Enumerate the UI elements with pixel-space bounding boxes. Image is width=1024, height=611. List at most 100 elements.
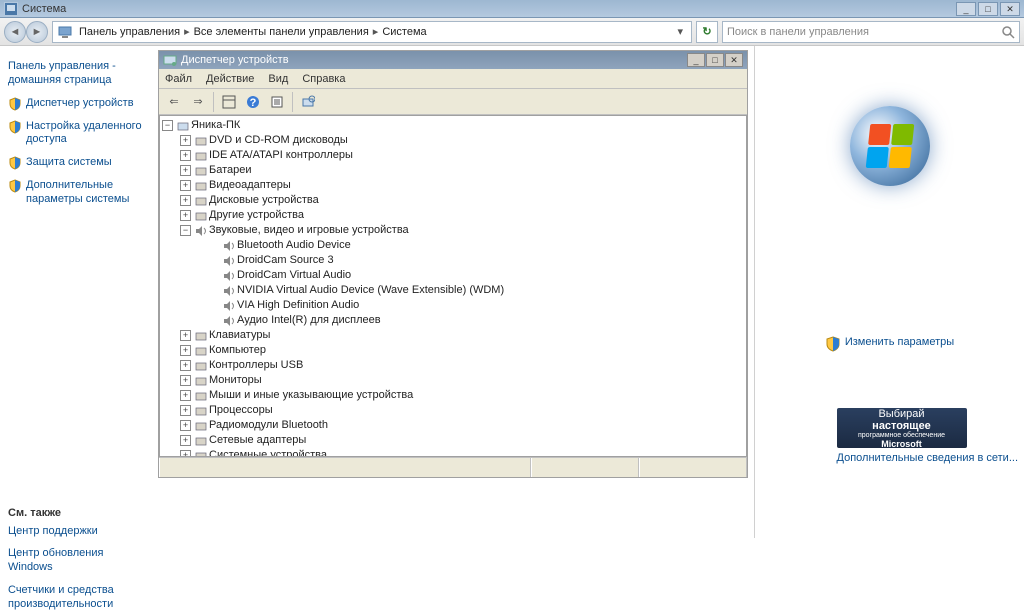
toolbar-properties-button[interactable] [266, 91, 288, 113]
tree-category-node-expanded[interactable]: −Звуковые, видео и игровые устройства [180, 223, 744, 238]
tree-node-label: Клавиатуры [209, 328, 270, 343]
change-parameters-link[interactable]: Изменить параметры [825, 336, 954, 352]
sidebar-link-remote[interactable]: Настройка удаленного доступа [8, 120, 150, 148]
maximize-button[interactable]: □ [978, 2, 998, 16]
tree-category-node[interactable]: + Радиомодули Bluetooth [180, 418, 744, 433]
minimize-button[interactable]: _ [956, 2, 976, 16]
see-also-link-support[interactable]: Центр поддержки [8, 525, 150, 539]
tree-category-node[interactable]: +Сетевые адаптеры [180, 433, 744, 448]
tree-category-node[interactable]: +Батареи [180, 163, 744, 178]
collapse-icon[interactable]: − [162, 120, 173, 131]
breadcrumb-seg-2[interactable]: Все элементы панели управления [192, 26, 371, 38]
tree-device-node[interactable]: DroidCam Virtual Audio [208, 268, 744, 283]
tree-device-node[interactable]: NVIDIA Virtual Audio Device (Wave Extens… [208, 283, 744, 298]
menu-help[interactable]: Справка [302, 73, 345, 85]
expand-icon[interactable]: + [180, 180, 191, 191]
shield-icon [8, 156, 22, 170]
device-tree[interactable]: −Яника-ПК + DVD и CD-ROM дисководы + IDE ATA… [159, 115, 747, 457]
tree-category-node[interactable]: + DVD и CD-ROM дисководы [180, 133, 744, 148]
nav-back-button[interactable]: ◄ [4, 21, 26, 43]
menu-action[interactable]: Действие [206, 73, 254, 85]
devmgr-close-button[interactable]: ✕ [725, 53, 743, 67]
device-category-icon [194, 194, 208, 208]
left-sidebar: Панель управления - домашняя страница Ди… [0, 46, 158, 538]
tree-device-node[interactable]: VIA High Definition Audio [208, 298, 744, 313]
tree-category-node[interactable]: + Клавиатуры [180, 328, 744, 343]
breadcrumb-seg-3[interactable]: Система [380, 26, 428, 38]
nav-forward-button[interactable]: ► [26, 21, 48, 43]
tree-device-node[interactable]: DroidCam Source 3 [208, 253, 744, 268]
expand-icon[interactable]: + [180, 150, 191, 161]
expand-icon[interactable]: + [180, 330, 191, 341]
search-input[interactable]: Поиск в панели управления [722, 21, 1020, 43]
menu-view[interactable]: Вид [268, 73, 288, 85]
tree-category-node[interactable]: +Видеоадаптеры [180, 178, 744, 193]
breadcrumb-seg-1[interactable]: Панель управления [77, 26, 182, 38]
tree-category-node[interactable]: +Другие устройства [180, 208, 744, 223]
device-category-icon [194, 434, 208, 448]
toolbar-back-button[interactable]: ⇐ [163, 91, 185, 113]
tree-node-label: Радиомодули Bluetooth [209, 418, 328, 433]
expand-icon[interactable]: + [180, 195, 191, 206]
tree-node-label: IDE ATA/ATAPI контроллеры [209, 148, 353, 163]
tree-category-node[interactable]: +Контроллеры USB [180, 358, 744, 373]
expand-icon[interactable]: + [180, 450, 191, 457]
device-category-icon [194, 209, 208, 223]
toolbar-show-button[interactable] [218, 91, 240, 113]
tree-category-node[interactable]: + IDE ATA/ATAPI контроллеры [180, 148, 744, 163]
shield-icon [825, 336, 841, 352]
tree-category-node[interactable]: +Дисковые устройства [180, 193, 744, 208]
expand-icon[interactable]: + [180, 405, 191, 416]
close-button[interactable]: ✕ [1000, 2, 1020, 16]
device-manager-statusbar [159, 457, 747, 477]
tree-category-node[interactable]: + Мониторы [180, 373, 744, 388]
toolbar-scan-button[interactable] [297, 91, 319, 113]
device-category-icon [194, 329, 208, 343]
expand-icon[interactable]: + [180, 360, 191, 371]
see-also-link-update[interactable]: Центр обновления Windows [8, 547, 150, 575]
refresh-button[interactable]: ↻ [696, 21, 718, 43]
device-manager-toolbar: ⇐ ⇒ ? [159, 89, 747, 115]
expand-icon[interactable]: + [180, 390, 191, 401]
devmgr-minimize-button[interactable]: _ [687, 53, 705, 67]
device-category-icon [194, 179, 208, 193]
breadcrumb[interactable]: Панель управления ▸ Все элементы панели … [52, 21, 692, 43]
device-category-icon [194, 389, 208, 403]
see-also-link-perf[interactable]: Счетчики и средства производительности [8, 584, 150, 611]
chevron-right-icon[interactable]: ▸ [371, 25, 381, 38]
expand-icon[interactable]: + [180, 210, 191, 221]
expand-icon[interactable]: + [180, 345, 191, 356]
expand-icon[interactable]: + [180, 165, 191, 176]
sidebar-link-protection[interactable]: Защита системы [8, 156, 150, 170]
tree-node-label: Аудио Intel(R) для дисплеев [237, 313, 381, 328]
expand-icon[interactable]: + [180, 135, 191, 146]
toolbar-forward-button[interactable]: ⇒ [187, 91, 209, 113]
toolbar-help-button[interactable]: ? [242, 91, 264, 113]
tree-node-label: Мониторы [209, 373, 262, 388]
tree-device-node[interactable]: Аудио Intel(R) для дисплеев [208, 313, 744, 328]
device-category-icon [194, 344, 208, 358]
tree-node-label: DVD и CD-ROM дисководы [209, 133, 348, 148]
control-panel-home-link[interactable]: Панель управления - домашняя страница [8, 60, 150, 88]
more-info-online-link[interactable]: Дополнительные сведения в сети... [837, 452, 1019, 464]
tree-category-node[interactable]: +Мыши и иные указывающие устройства [180, 388, 744, 403]
device-category-icon [194, 449, 208, 458]
tree-category-node[interactable]: +Системные устройства [180, 448, 744, 457]
expand-icon[interactable]: + [180, 435, 191, 446]
tree-node-label: DroidCam Source 3 [237, 253, 334, 268]
expand-icon[interactable]: + [180, 375, 191, 386]
menu-file[interactable]: Файл [165, 73, 192, 85]
tree-node-label: Bluetooth Audio Device [237, 238, 351, 253]
tree-category-node[interactable]: +Компьютер [180, 343, 744, 358]
tree-category-node[interactable]: +Процессоры [180, 403, 744, 418]
collapse-icon[interactable]: − [180, 225, 191, 236]
devmgr-maximize-button[interactable]: □ [706, 53, 724, 67]
tree-device-node[interactable]: Bluetooth Audio Device [208, 238, 744, 253]
windows-flag-icon [865, 124, 914, 168]
breadcrumb-dropdown-icon[interactable]: ▾ [673, 25, 687, 38]
sidebar-link-device-manager[interactable]: Диспетчер устройств [8, 97, 150, 111]
sidebar-link-advanced[interactable]: Дополнительные параметры системы [8, 179, 150, 207]
chevron-right-icon[interactable]: ▸ [182, 25, 192, 38]
expand-icon[interactable]: + [180, 420, 191, 431]
tree-root-node[interactable]: −Яника-ПК [162, 118, 744, 133]
